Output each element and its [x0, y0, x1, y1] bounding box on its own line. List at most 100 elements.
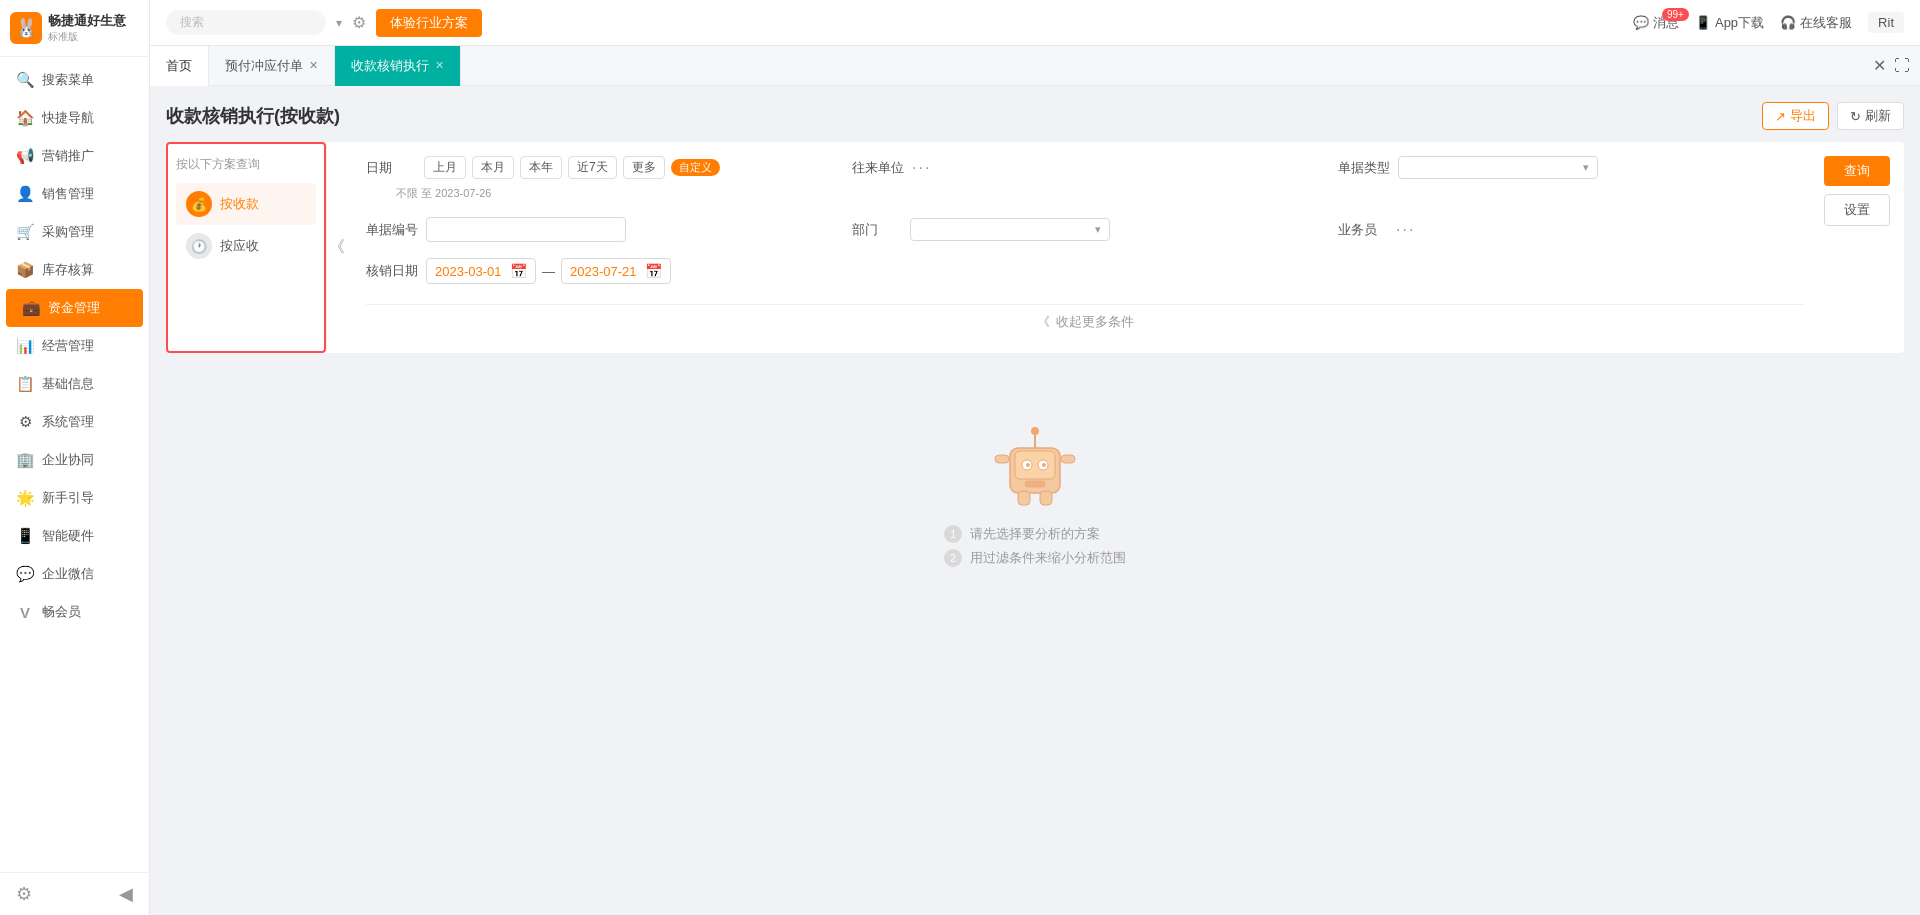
export-btn[interactable]: ↗ 导出: [1762, 102, 1829, 130]
sidebar-item-hardware[interactable]: 📱 智能硬件: [0, 517, 149, 555]
user-name: Rit: [1878, 15, 1894, 30]
sidebar-label-hardware: 智能硬件: [42, 527, 94, 545]
settings-footer-icon[interactable]: ⚙: [16, 883, 32, 905]
sidebar-item-member[interactable]: V 畅会员: [0, 593, 149, 631]
tab-home[interactable]: 首页: [150, 46, 209, 86]
filter-row-3: 核销日期 2023-03-01 📅 — 2023-07-21 📅: [366, 258, 1804, 284]
by-receipt-icon: 💰: [186, 191, 212, 217]
writeoff-date-field: 核销日期 2023-03-01 📅 — 2023-07-21 📅: [366, 258, 1804, 284]
doc-type-dropdown[interactable]: ▾: [1398, 156, 1598, 179]
collapse-more-label: 收起更多条件: [1056, 313, 1134, 331]
sidebar-item-quick[interactable]: 🏠 快捷导航: [0, 99, 149, 137]
empty-illustration: [975, 413, 1095, 513]
filter-right-actions: 查询 设置: [1824, 142, 1904, 353]
sidebar-item-wechat[interactable]: 💬 企业微信: [0, 555, 149, 593]
dept-label: 部门: [852, 221, 902, 239]
sidebar-label-purchase: 采购管理: [42, 223, 94, 241]
sidebar-label-guide: 新手引导: [42, 489, 94, 507]
tab-writeoff[interactable]: 收款核销执行 ✕: [335, 46, 461, 86]
date-btn-last-month[interactable]: 上月: [424, 156, 466, 179]
search-icon: 🔍: [16, 71, 34, 89]
sidebar-item-inventory[interactable]: 📦 库存核算: [0, 251, 149, 289]
cal-start-icon: 📅: [510, 263, 527, 279]
topbar-app-download[interactable]: 📱 App下载: [1695, 14, 1764, 32]
by-receipt-label: 按收款: [220, 195, 259, 213]
setting-btn[interactable]: 设置: [1824, 194, 1890, 226]
sidebar-item-marketing[interactable]: 📢 营销推广: [0, 137, 149, 175]
sidebar-item-basic[interactable]: 📋 基础信息: [0, 365, 149, 403]
marketing-icon: 📢: [16, 147, 34, 165]
svg-rect-1: [1015, 451, 1055, 479]
counterpart-dots[interactable]: ···: [912, 159, 931, 177]
topbar-user[interactable]: Rit: [1868, 12, 1904, 33]
topbar-msg[interactable]: 💬 消息 99+: [1633, 14, 1679, 32]
step-2-num: 2: [944, 549, 962, 567]
industry-btn[interactable]: 体验行业方案: [376, 9, 482, 37]
sales-icon: 👤: [16, 185, 34, 203]
sidebar-item-business[interactable]: 📊 经营管理: [0, 327, 149, 365]
doc-type-label: 单据类型: [1338, 159, 1390, 177]
doc-number-input[interactable]: [426, 217, 626, 242]
finance-icon: 💼: [22, 299, 40, 317]
writeoff-date-end[interactable]: 2023-07-21 📅: [561, 258, 671, 284]
main-area: 搜索 ▾ ⚙ 体验行业方案 💬 消息 99+ 📱 App下载 🎧 在线客服 Ri…: [150, 0, 1920, 915]
topbar-chevron-icon[interactable]: ▾: [336, 16, 342, 30]
svg-rect-10: [995, 455, 1009, 463]
query-btn[interactable]: 查询: [1824, 156, 1890, 186]
counterpart-label: 往来单位: [852, 159, 904, 177]
svg-rect-12: [1025, 481, 1045, 487]
date-btn-this-month[interactable]: 本月: [472, 156, 514, 179]
sidebar-item-search[interactable]: 🔍 搜索菜单: [0, 61, 149, 99]
date-separator: —: [542, 264, 555, 279]
svg-point-5: [1042, 463, 1046, 467]
msg-icon: 💬: [1633, 15, 1649, 30]
empty-state: 1 请先选择要分析的方案 2 用过滤条件来缩小分析范围: [166, 353, 1904, 607]
refresh-btn[interactable]: ↻ 刷新: [1837, 102, 1904, 130]
sidebar-nav: 🔍 搜索菜单 🏠 快捷导航 📢 营销推广 👤 销售管理 🛒 采购管理 📦 库存核…: [0, 57, 149, 872]
content-area: 收款核销执行(按收款) ↗ 导出 ↻ 刷新 按以下方案查询 💰 按收款: [150, 86, 1920, 915]
sidebar-item-finance[interactable]: 💼 资金管理: [6, 289, 143, 327]
dept-dropdown[interactable]: ▾: [910, 218, 1110, 241]
tab-expand-btn[interactable]: ⛶: [1894, 56, 1910, 75]
staff-field: 业务员 ···: [1338, 221, 1804, 239]
filter-row-2: 单据编号 部门 ▾ 业务员 ···: [366, 217, 1804, 242]
tab-close-btn[interactable]: ✕: [1873, 56, 1886, 75]
topbar-search-box: 搜索: [166, 10, 326, 35]
sidebar-item-sales[interactable]: 👤 销售管理: [0, 175, 149, 213]
date-btn-more[interactable]: 更多: [623, 156, 665, 179]
tab-prepay[interactable]: 预付冲应付单 ✕: [209, 46, 335, 86]
sidebar-item-system[interactable]: ⚙ 系统管理: [0, 403, 149, 441]
collapse-sidebar-icon[interactable]: ◀: [119, 883, 133, 905]
basic-icon: 📋: [16, 375, 34, 393]
collapse-more-btn[interactable]: 《 收起更多条件: [366, 304, 1804, 339]
filter-option-by-receipt[interactable]: 💰 按收款: [176, 183, 316, 225]
sidebar-item-enterprise[interactable]: 🏢 企业协同: [0, 441, 149, 479]
export-icon: ↗: [1775, 109, 1786, 124]
date-btn-this-year[interactable]: 本年: [520, 156, 562, 179]
page-actions: ↗ 导出 ↻ 刷新: [1762, 102, 1904, 130]
tab-prepay-close[interactable]: ✕: [309, 59, 318, 72]
filter-collapse-btn[interactable]: 《: [326, 142, 346, 353]
sidebar-item-purchase[interactable]: 🛒 采购管理: [0, 213, 149, 251]
sidebar-label-sales: 销售管理: [42, 185, 94, 203]
filter-row-1: 日期 上月 本月 本年 近7天 更多 自定义 往来单位 ···: [366, 156, 1804, 179]
topbar-online-service[interactable]: 🎧 在线客服: [1780, 14, 1852, 32]
app-edition: 标准版: [48, 30, 126, 43]
date-custom-badge[interactable]: 自定义: [671, 159, 720, 176]
inventory-icon: 📦: [16, 261, 34, 279]
staff-dots[interactable]: ···: [1396, 221, 1415, 239]
topbar-gear-icon[interactable]: ⚙: [352, 13, 366, 32]
filter-option-by-receivable[interactable]: 🕐 按应收: [176, 225, 316, 267]
date-btn-7days[interactable]: 近7天: [568, 156, 617, 179]
export-label: 导出: [1790, 107, 1816, 125]
empty-hint-2: 2 用过滤条件来缩小分析范围: [944, 549, 1126, 567]
tab-writeoff-close[interactable]: ✕: [435, 59, 444, 72]
writeoff-date-start[interactable]: 2023-03-01 📅: [426, 258, 536, 284]
sidebar-label-member: 畅会员: [42, 603, 81, 621]
page-title: 收款核销执行(按收款): [166, 104, 340, 128]
date-label: 日期: [366, 159, 416, 177]
writeoff-end-value: 2023-07-21: [570, 264, 637, 279]
tab-bar: 首页 预付冲应付单 ✕ 收款核销执行 ✕ ✕ ⛶: [150, 46, 1920, 86]
by-receivable-icon: 🕐: [186, 233, 212, 259]
sidebar-item-guide[interactable]: 🌟 新手引导: [0, 479, 149, 517]
